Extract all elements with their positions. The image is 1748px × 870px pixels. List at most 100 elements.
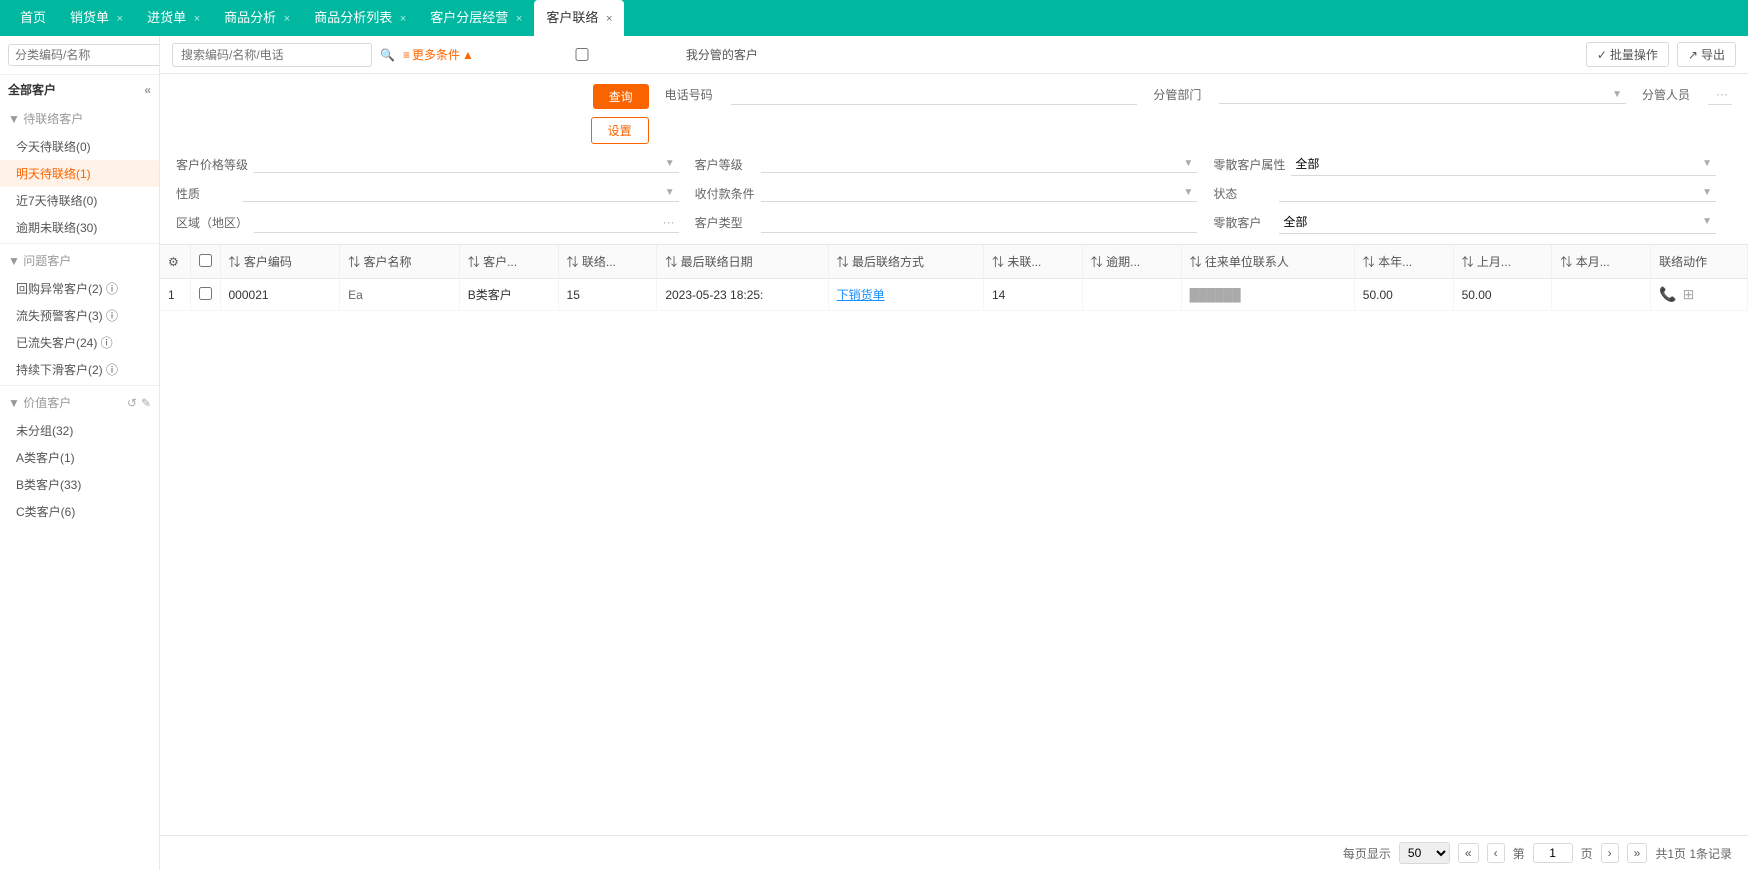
sort-icon-od[interactable]: ⇅ xyxy=(1091,255,1103,269)
sort-icon-ty[interactable]: ⇅ xyxy=(1363,255,1375,269)
th-last-way: ⇅ 最后联络方式 xyxy=(828,245,983,279)
row-overdue xyxy=(1082,279,1181,311)
query-button[interactable]: 查询 xyxy=(593,84,649,109)
sidebar-all-customers[interactable]: 全部客户 « xyxy=(0,75,159,104)
sidebar-item-class-b[interactable]: B类客户(33) xyxy=(0,471,159,498)
my-customers-checkbox[interactable] xyxy=(482,48,682,61)
nav-product-analysis[interactable]: 商品分析 × xyxy=(212,0,302,36)
table-header: ⚙ ⇅ 客户编码 ⇅ 客户名称 ⇅ 客户... ⇅ 联络... ⇅ 最后联络日期… xyxy=(160,245,1748,279)
retail-attr-select[interactable]: 全部 ▼ xyxy=(1291,152,1716,176)
sidebar-collapse-icon[interactable]: « xyxy=(144,83,151,97)
manager-dots-icon: ··· xyxy=(1716,87,1728,101)
region-select[interactable]: ··· xyxy=(254,212,679,233)
nav-customer-contact[interactable]: 客户联络 × xyxy=(534,0,624,36)
page-unit: 页 xyxy=(1581,845,1593,862)
status-label: 状态 xyxy=(1213,185,1273,202)
row-check[interactable] xyxy=(190,279,220,311)
sidebar-group-value-icons: ↺ ✎ xyxy=(127,396,151,410)
th-not-contacted: ⇅ 未联... xyxy=(984,245,1083,279)
more-conditions-btn[interactable]: ≡ 更多条件 ▲ xyxy=(403,46,474,63)
next-page-btn[interactable]: › xyxy=(1601,843,1619,863)
payment-select[interactable]: ▼ xyxy=(761,184,1198,202)
refresh-icon[interactable]: ↺ xyxy=(127,396,137,410)
sidebar-item-today[interactable]: 今天待联络(0) xyxy=(0,133,159,160)
prev-page-btn[interactable]: ‹ xyxy=(1487,843,1505,863)
sort-icon-date[interactable]: ⇅ xyxy=(665,255,677,269)
last-way-link[interactable]: 下销货单 xyxy=(837,288,885,302)
sidebar-item-overdue[interactable]: 逾期未联络(30) xyxy=(0,214,159,241)
main-layout: 🔍 全部客户 « ▼ 待联络客户 今天待联络(0) 明天待联络(1) 近7天待联… xyxy=(0,36,1748,870)
sidebar-item-tomorrow[interactable]: 明天待联络(1) xyxy=(0,160,159,187)
nav-sales[interactable]: 销货单 × xyxy=(58,0,135,36)
sort-icon-name[interactable]: ⇅ xyxy=(348,255,360,269)
sidebar-item-declining[interactable]: 持续下滑客户(2) ⓘ xyxy=(0,356,159,383)
nav-purchase[interactable]: 进货单 × xyxy=(135,0,212,36)
phone-input[interactable] xyxy=(731,84,1138,105)
last-page-btn[interactable]: » xyxy=(1627,843,1648,863)
sort-icon-nc[interactable]: ⇅ xyxy=(992,255,1004,269)
sort-icon-contact[interactable]: ⇅ xyxy=(567,255,579,269)
sidebar-item-7days[interactable]: 近7天待联络(0) xyxy=(0,187,159,214)
sort-icon[interactable]: ⇅ xyxy=(229,255,241,269)
th-check[interactable] xyxy=(190,245,220,279)
dept-select[interactable]: ▼ xyxy=(1219,86,1626,104)
customer-type-input[interactable] xyxy=(761,212,1198,233)
page-number-input[interactable] xyxy=(1533,843,1573,863)
sidebar-item-churned[interactable]: 已流失客户(24) ⓘ xyxy=(0,329,159,356)
sidebar-group-problem: ▼ 问题客户 xyxy=(0,246,159,275)
nature-select[interactable]: ▼ xyxy=(242,184,679,202)
filter-search-icon[interactable]: 🔍 xyxy=(380,48,395,62)
sidebar-all-customers-label: 全部客户 xyxy=(8,81,56,98)
close-pal-icon[interactable]: × xyxy=(400,13,406,25)
filter-row-2: 客户价格等级 ▼ 客户等级 ▼ 零散客户属性 xyxy=(176,152,1732,176)
th-settings[interactable]: ⚙ xyxy=(160,245,190,279)
select-all-checkbox[interactable] xyxy=(199,254,212,267)
first-page-btn[interactable]: « xyxy=(1458,843,1479,863)
price-level-select[interactable]: ▼ xyxy=(254,155,679,173)
filter-region: 区域（地区） ··· xyxy=(176,212,679,233)
sidebar-item-churn-warning[interactable]: 流失预警客户(3) ⓘ xyxy=(0,302,159,329)
filter-rows: 电话号码 分管部门 ▼ 分管人员 ··· xyxy=(176,84,1732,234)
nav-home[interactable]: 首页 xyxy=(8,0,58,36)
search-input[interactable] xyxy=(172,43,372,67)
sidebar-item-ungrouped[interactable]: 未分组(32) xyxy=(0,417,159,444)
close-cc-icon[interactable]: × xyxy=(606,13,612,25)
phone-action-icon[interactable]: 📞 xyxy=(1659,286,1676,303)
status-select[interactable]: ▼ xyxy=(1279,184,1716,202)
sidebar-item-class-a[interactable]: A类客户(1) xyxy=(0,444,159,471)
sidebar-item-class-c[interactable]: C类客户(6) xyxy=(0,498,159,525)
sidebar-group-problem-label: ▼ 问题客户 xyxy=(8,252,71,269)
close-pa-icon[interactable]: × xyxy=(284,13,290,25)
grid-action-icon[interactable]: ⊞ xyxy=(1683,286,1695,303)
sort-icon-uc[interactable]: ⇅ xyxy=(1190,255,1202,269)
sort-icon-tm[interactable]: ⇅ xyxy=(1560,255,1572,269)
row-type: B类客户 xyxy=(459,279,558,311)
close-sales-icon[interactable]: × xyxy=(117,13,123,25)
sidebar-item-repurchase-abnormal[interactable]: 回购异常客户(2) ⓘ xyxy=(0,275,159,302)
per-page-select[interactable]: 50 100 200 xyxy=(1399,842,1450,864)
row-last-way[interactable]: 下销货单 xyxy=(828,279,983,311)
sort-icon-way[interactable]: ⇅ xyxy=(837,255,849,269)
batch-ops-button[interactable]: ✓ 批量操作 xyxy=(1586,42,1669,67)
nav-customer-layering[interactable]: 客户分层经营 × xyxy=(418,0,534,36)
row-checkbox[interactable] xyxy=(199,287,212,300)
sort-icon-lm[interactable]: ⇅ xyxy=(1462,255,1474,269)
filter-customer-level: 客户等级 ▼ xyxy=(695,155,1198,173)
action-icons: 📞 ⊞ xyxy=(1659,286,1739,303)
filter-icon: ≡ xyxy=(403,48,410,62)
close-purchase-icon[interactable]: × xyxy=(194,13,200,25)
th-type: ⇅ 客户... xyxy=(459,245,558,279)
my-customers-checkbox-label[interactable]: 我分管的客户 xyxy=(482,46,758,63)
manager-label: 分管人员 xyxy=(1642,86,1702,103)
close-cl-icon[interactable]: × xyxy=(516,13,522,25)
set-button[interactable]: 设置 xyxy=(591,117,649,144)
edit-icon[interactable]: ✎ xyxy=(141,396,151,410)
sidebar-search-input[interactable] xyxy=(8,44,160,66)
export-button[interactable]: ↗ 导出 xyxy=(1677,42,1736,67)
filter-row-1: 电话号码 分管部门 ▼ 分管人员 ··· xyxy=(176,84,1732,144)
nav-product-analysis-list[interactable]: 商品分析列表 × xyxy=(302,0,418,36)
manager-select[interactable]: ··· xyxy=(1708,84,1732,105)
retail-customer-select[interactable]: 全部 ▼ xyxy=(1279,210,1716,234)
sort-icon-type[interactable]: ⇅ xyxy=(468,255,480,269)
customer-level-select[interactable]: ▼ xyxy=(761,155,1198,173)
